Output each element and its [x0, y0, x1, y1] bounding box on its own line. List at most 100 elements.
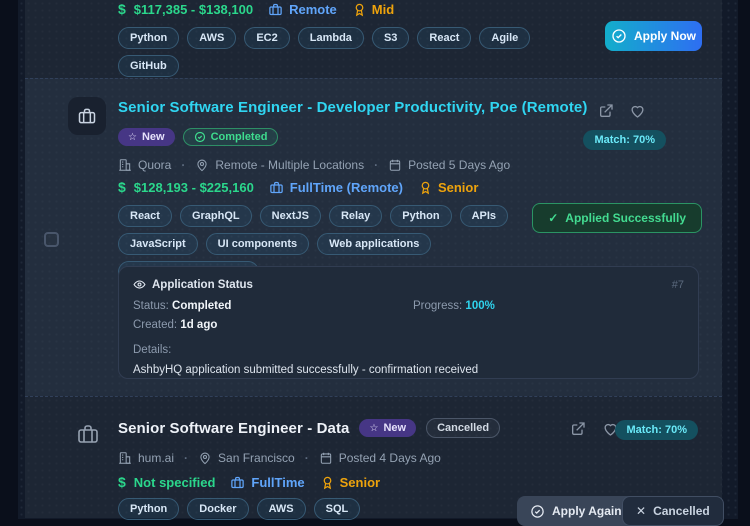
skill-tag[interactable]: NextJS — [260, 205, 321, 227]
job-card-partial: $ $117,385 - $138,100 Remote Mid Python … — [25, 0, 722, 78]
job-icon-box — [68, 97, 106, 135]
new-badge: ☆ New — [359, 419, 416, 437]
calendar-icon — [388, 158, 402, 172]
skill-tag[interactable]: Relay — [329, 205, 382, 227]
separator-dot: · — [184, 451, 188, 465]
briefcase-icon — [76, 422, 100, 446]
job-meta-row: Quora · Remote - Multiple Locations · Po… — [118, 158, 510, 172]
skill-tag[interactable]: S3 — [372, 27, 409, 49]
medal-icon — [418, 180, 433, 195]
dollar-icon: $ — [118, 474, 126, 490]
seniority-level: Mid — [352, 2, 394, 17]
skill-tags: Python AWS EC2 Lambda S3 React Agile Git… — [118, 27, 573, 77]
cancelled-button[interactable]: ✕ Cancelled — [622, 496, 724, 526]
map-pin-icon — [195, 158, 209, 172]
skill-tag[interactable]: GraphQL — [180, 205, 252, 227]
skill-tag[interactable]: Agile — [479, 27, 530, 49]
skill-tag[interactable]: AWS — [187, 27, 236, 49]
eye-icon — [133, 278, 146, 291]
skill-tag[interactable]: Python — [118, 27, 179, 49]
briefcase-icon — [269, 180, 284, 195]
calendar-icon — [319, 451, 333, 465]
progress-value: 100% — [465, 300, 494, 312]
cancelled-badge: Cancelled — [426, 418, 500, 438]
skill-tag[interactable]: React — [118, 205, 172, 227]
skill-tag[interactable]: EC2 — [244, 27, 289, 49]
application-status-panel: Application Status #7 Status: Completed … — [118, 266, 699, 379]
job-title[interactable]: Senior Software Engineer - Developer Pro… — [118, 99, 608, 116]
skill-tag[interactable]: AWS — [257, 498, 306, 520]
skill-tag[interactable]: Lambda — [298, 27, 364, 49]
salary-value: $ $128,193 - $225,160 — [118, 179, 254, 195]
briefcase-icon — [77, 106, 97, 126]
job-list: $ $117,385 - $138,100 Remote Mid Python … — [25, 0, 722, 519]
seniority-level: Senior — [320, 475, 380, 490]
job-card-data[interactable]: Senior Software Engineer - Data ☆ New Ca… — [25, 396, 722, 518]
select-job-checkbox[interactable] — [44, 232, 59, 247]
status-panel-header: Application Status #7 — [133, 278, 684, 291]
skill-tags: Python Docker AWS SQL — [118, 498, 360, 520]
check-icon: ✓ — [548, 211, 558, 225]
check-circle-icon — [611, 28, 627, 44]
medal-icon — [320, 475, 335, 490]
skill-tag[interactable]: APIs — [460, 205, 508, 227]
skill-tag[interactable]: JavaScript — [118, 233, 198, 255]
match-score-badge: Match: 70% — [615, 420, 698, 440]
x-icon: ✕ — [636, 504, 646, 518]
job-type: FullTime (Remote) — [269, 180, 403, 195]
company: hum.ai — [118, 451, 174, 465]
skill-tag[interactable]: GitHub — [118, 55, 179, 77]
separator-dot: · — [305, 451, 309, 465]
separator-dot: · — [374, 158, 378, 172]
dollar-icon: $ — [118, 1, 126, 17]
title-row: Senior Software Engineer - Data ☆ New Ca… — [118, 418, 500, 438]
favorite-heart-icon[interactable] — [629, 103, 646, 119]
star-icon: ☆ — [128, 132, 137, 143]
status-panel-title: Application Status — [133, 278, 253, 291]
job-meta-salary-row: $ $128,193 - $225,160 FullTime (Remote) … — [118, 179, 478, 195]
external-link-icon[interactable] — [570, 421, 586, 437]
applied-successfully-button[interactable]: ✓ Applied Successfully — [532, 203, 702, 233]
seniority-level: Senior — [418, 180, 478, 195]
job-title[interactable]: Senior Software Engineer - Data — [118, 420, 349, 437]
job-type: FullTime — [230, 475, 304, 490]
skill-tag[interactable]: UI components — [206, 233, 309, 255]
posted-date: Posted 5 Days Ago — [388, 158, 510, 172]
details-value: AshbyHQ application submitted successful… — [133, 364, 684, 376]
briefcase-icon — [268, 2, 283, 17]
application-number: #7 — [672, 279, 684, 291]
job-card-poe[interactable]: Senior Software Engineer - Developer Pro… — [25, 78, 722, 396]
briefcase-icon — [230, 475, 245, 490]
apply-again-button[interactable]: Apply Again — [517, 496, 635, 526]
completed-badge: Completed — [183, 128, 279, 146]
posted-date: Posted 4 Days Ago — [319, 451, 441, 465]
skill-tag[interactable]: React — [417, 27, 471, 49]
badges-row: ☆ New Completed — [118, 128, 278, 146]
external-link-icon[interactable] — [598, 103, 614, 119]
location: Remote - Multiple Locations — [195, 158, 364, 172]
created-value: 1d ago — [180, 319, 217, 331]
created-row: Created: 1d ago — [133, 319, 684, 331]
check-circle-icon — [194, 131, 206, 143]
status-value: Completed — [172, 300, 231, 312]
job-meta-salary-row: $ Not specified FullTime Senior — [118, 474, 380, 490]
dollar-icon: $ — [118, 179, 126, 195]
new-badge: ☆ New — [118, 128, 175, 146]
skill-tag[interactable]: SQL — [314, 498, 361, 520]
apply-now-button[interactable]: Apply Now — [605, 21, 702, 51]
company: Quora — [118, 158, 171, 172]
job-meta-row: hum.ai · San Francisco · Posted 4 Days A… — [118, 451, 441, 465]
skill-tag[interactable]: Python — [118, 498, 179, 520]
status-row: Status: Completed Progress: 100% — [133, 300, 684, 312]
skill-tag[interactable]: Web applications — [317, 233, 431, 255]
building-icon — [118, 451, 132, 465]
location: San Francisco — [198, 451, 295, 465]
building-icon — [118, 158, 132, 172]
job-type: Remote — [268, 2, 337, 17]
medal-icon — [352, 2, 367, 17]
separator-dot: · — [181, 158, 185, 172]
skill-tag[interactable]: Docker — [187, 498, 248, 520]
details-label: Details: — [133, 344, 684, 356]
job-meta-salary-row: $ $117,385 - $138,100 Remote Mid — [118, 1, 722, 17]
skill-tag[interactable]: Python — [390, 205, 451, 227]
